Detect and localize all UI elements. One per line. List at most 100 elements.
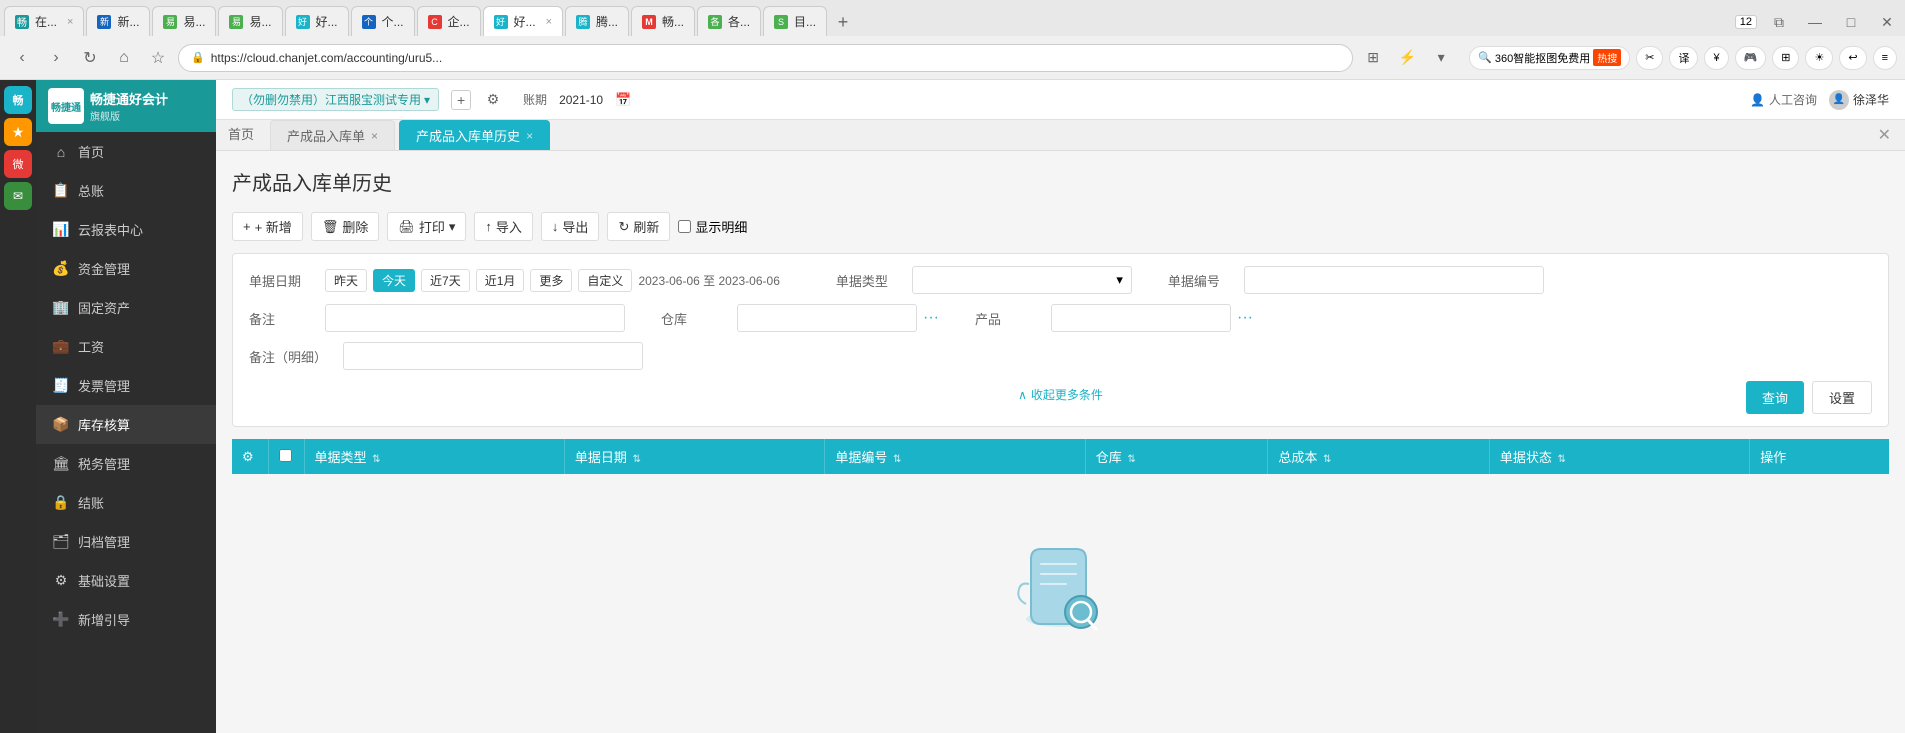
date-btn-7days[interactable]: 近7天 xyxy=(421,269,470,292)
bookmark-button[interactable]: ☆ xyxy=(144,44,172,72)
th-bill-type[interactable]: 单据类型 ⇅ xyxy=(304,439,564,474)
sidebar-item-salary[interactable]: 💼 工资 xyxy=(36,327,216,366)
address-input[interactable]: 🔒 https://cloud.chanjet.com/accounting/u… xyxy=(178,44,1353,72)
th-bill-date[interactable]: 单据日期 ⇅ xyxy=(564,439,824,474)
search-btn[interactable]: 🔍 360智能抠图免费用 热搜 xyxy=(1469,46,1630,70)
home-nav-button[interactable]: ⌂ xyxy=(110,44,138,72)
sidebar-item-new[interactable]: ➕ 新增引导 xyxy=(36,600,216,639)
new-button[interactable]: + + 新增 xyxy=(232,212,303,241)
import-button[interactable]: ↑ 导入 xyxy=(474,212,533,241)
date-btn-today[interactable]: 今天 xyxy=(373,269,415,292)
sidebar-item-inventory[interactable]: 📦 库存核算 xyxy=(36,405,216,444)
th-settings[interactable]: ⚙ xyxy=(232,439,268,474)
browser-tab-12[interactable]: S 目... xyxy=(763,6,827,36)
page-tab-list-close[interactable]: × xyxy=(371,129,378,143)
scissors-btn[interactable]: ✂ xyxy=(1636,46,1663,70)
browser-tab-3[interactable]: 易 易... xyxy=(152,6,216,36)
service-button[interactable]: 👤 人工咨询 xyxy=(1750,91,1817,108)
lightning-button[interactable]: ⚡ xyxy=(1393,44,1421,72)
sidebar-item-fixed[interactable]: 🏢 固定资产 xyxy=(36,288,216,327)
minimize-button[interactable]: — xyxy=(1801,8,1829,36)
back-button[interactable]: ‹ xyxy=(8,44,36,72)
browser-tab-7[interactable]: C 企... xyxy=(417,6,481,36)
menu-btn[interactable]: ≡ xyxy=(1873,46,1897,70)
grid-button[interactable]: ⊞ xyxy=(1359,44,1387,72)
restore-button[interactable]: ⧉ xyxy=(1765,8,1793,36)
remark-detail-input[interactable] xyxy=(343,342,643,370)
th-checkbox[interactable] xyxy=(268,439,304,474)
app-icon-mail[interactable]: ✉ xyxy=(4,182,32,210)
browser-tab-8[interactable]: 好 好... × xyxy=(483,6,563,36)
company-selector[interactable]: （勿删勿禁用）江西服宝测试专用 ▾ xyxy=(232,88,439,111)
bill-no-input[interactable] xyxy=(1244,266,1544,294)
delete-button[interactable]: 🗑 删除 xyxy=(311,212,380,241)
yuan-btn[interactable]: ¥ xyxy=(1704,46,1728,70)
sun-btn[interactable]: ☀ xyxy=(1805,46,1833,70)
refresh-button[interactable]: ↻ 刷新 xyxy=(607,212,670,241)
add-company-button[interactable]: + xyxy=(451,90,471,110)
th-warehouse[interactable]: 仓库 ⇅ xyxy=(1085,439,1268,474)
undo-btn[interactable]: ↩ xyxy=(1839,46,1866,70)
calendar-icon[interactable]: 📅 xyxy=(615,92,631,108)
sidebar-item-checkout[interactable]: 🔒 结账 xyxy=(36,483,216,522)
tab-count[interactable]: 12 xyxy=(1735,15,1757,29)
browser-tab-11[interactable]: 各 各... xyxy=(697,6,761,36)
translate-btn[interactable]: 译 xyxy=(1669,46,1698,70)
page-tab-history[interactable]: 产成品入库单历史 × xyxy=(399,120,550,150)
sidebar-item-invoice[interactable]: 🧾 发票管理 xyxy=(36,366,216,405)
sidebar-item-report[interactable]: 📊 云报表中心 xyxy=(36,210,216,249)
app-icon-weibo[interactable]: 微 xyxy=(4,150,32,178)
sidebar-item-base[interactable]: ⚙ 基础设置 xyxy=(36,561,216,600)
company-settings-button[interactable]: ⚙ xyxy=(483,90,503,110)
browser-tab-9[interactable]: 腾 腾... xyxy=(565,6,629,36)
date-btn-custom[interactable]: 自定义 xyxy=(578,269,632,292)
breadcrumb-home[interactable]: 首页 xyxy=(216,120,266,150)
sidebar-item-tax[interactable]: 🏛 税务管理 xyxy=(36,444,216,483)
page-tab-list[interactable]: 产成品入库单 × xyxy=(270,120,395,150)
sidebar-item-archive[interactable]: 🗂 归档管理 xyxy=(36,522,216,561)
th-total-cost[interactable]: 总成本 ⇅ xyxy=(1268,439,1490,474)
page-tab-history-close[interactable]: × xyxy=(526,129,533,143)
browser-tab-2[interactable]: 新 新... xyxy=(86,6,150,36)
print-button[interactable]: 🖨 打印 ▾ xyxy=(387,212,466,241)
query-button[interactable]: 查询 xyxy=(1746,381,1804,414)
display-toggle-label[interactable]: 显示明细 xyxy=(678,217,747,236)
export-button[interactable]: ↓ 导出 xyxy=(541,212,600,241)
date-btn-yesterday[interactable]: 昨天 xyxy=(325,269,367,292)
dropdown-arrow[interactable]: ▾ xyxy=(1427,44,1455,72)
th-bill-status[interactable]: 单据状态 ⇅ xyxy=(1489,439,1749,474)
th-bill-no[interactable]: 单据编号 ⇅ xyxy=(825,439,1085,474)
date-btn-more[interactable]: 更多 xyxy=(530,269,572,292)
new-tab-button[interactable]: + xyxy=(829,8,857,36)
sidebar-item-fund[interactable]: 💰 资金管理 xyxy=(36,249,216,288)
bill-type-select[interactable]: ▾ xyxy=(912,266,1132,294)
settings-query-button[interactable]: 设置 xyxy=(1812,381,1872,414)
warehouse-input[interactable] xyxy=(737,304,917,332)
app-icon-star[interactable]: ★ xyxy=(4,118,32,146)
remark-input[interactable] xyxy=(325,304,625,332)
tab-close-1[interactable]: × xyxy=(67,16,73,28)
browser-tab-10[interactable]: M 畅... xyxy=(631,6,695,36)
product-input[interactable] xyxy=(1051,304,1231,332)
refresh-nav-button[interactable]: ↻ xyxy=(76,44,104,72)
forward-button[interactable]: › xyxy=(42,44,70,72)
close-button[interactable]: ✕ xyxy=(1873,8,1901,36)
product-ellipsis-button[interactable]: ··· xyxy=(1237,309,1253,327)
grid-view-btn[interactable]: ⊞ xyxy=(1772,46,1799,70)
user-name-button[interactable]: 👤 徐泽华 xyxy=(1829,90,1889,110)
game-btn[interactable]: 🎮 xyxy=(1735,46,1767,70)
browser-tab-1[interactable]: 畅 在... × xyxy=(4,6,84,36)
panel-close-button[interactable]: ✕ xyxy=(1872,125,1897,145)
select-all-checkbox[interactable] xyxy=(279,449,292,462)
maximize-button[interactable]: □ xyxy=(1837,8,1865,36)
date-btn-1month[interactable]: 近1月 xyxy=(476,269,525,292)
app-icon-chanjet[interactable]: 畅 xyxy=(4,86,32,114)
tab-close-8[interactable]: × xyxy=(546,16,552,28)
sidebar-item-home[interactable]: ⌂ 首页 xyxy=(36,132,216,171)
sidebar-item-ledger[interactable]: 📋 总账 xyxy=(36,171,216,210)
browser-tab-6[interactable]: 个 个... xyxy=(351,6,415,36)
display-toggle-checkbox[interactable] xyxy=(678,220,691,233)
warehouse-ellipsis-button[interactable]: ··· xyxy=(923,309,939,327)
browser-tab-5[interactable]: 好 好... xyxy=(285,6,349,36)
browser-tab-4[interactable]: 易 易... xyxy=(218,6,282,36)
